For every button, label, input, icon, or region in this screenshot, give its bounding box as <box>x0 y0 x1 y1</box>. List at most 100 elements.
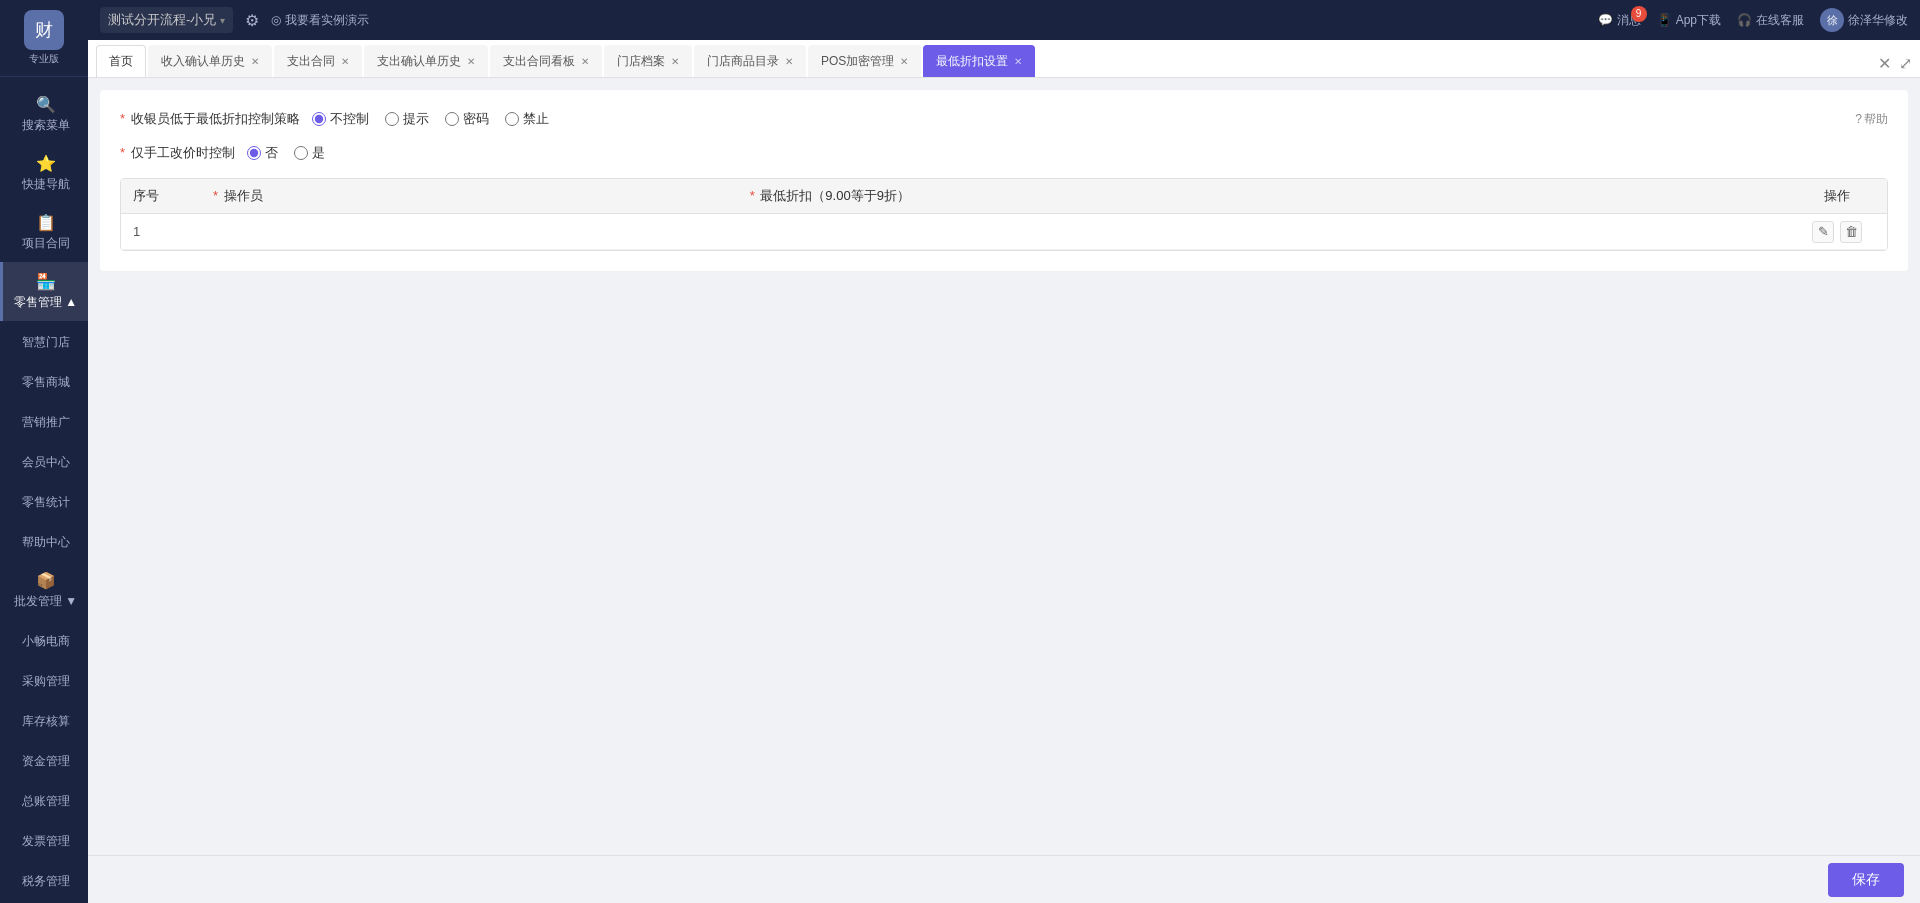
sidebar-item-wholesale[interactable]: 📦批发管理 ▼ <box>0 561 88 620</box>
sidebar-item-retail[interactable]: 🏪零售管理 ▲ <box>0 262 88 321</box>
main-area: 测试分开流程-小兄 ▾ ⚙ ◎ 我要看实例演示 💬 消息 9 📱 App下载 🎧… <box>88 0 1920 903</box>
sidebar-item-ledger[interactable]: 总账管理 <box>0 780 88 820</box>
row-operator[interactable] <box>201 226 738 238</box>
tab-pos-password[interactable]: POS加密管理 ✕ <box>808 45 921 77</box>
help-text: 帮助 <box>1864 111 1888 128</box>
demo-text: 我要看实例演示 <box>285 12 369 29</box>
radio-manual-no-label: 否 <box>265 144 278 162</box>
sidebar-item-finance[interactable]: 资金管理 <box>0 740 88 780</box>
tab-income-history-close[interactable]: ✕ <box>251 56 259 67</box>
radio-manual-yes-input[interactable] <box>294 146 308 160</box>
sidebar-item-smart-store[interactable]: 智慧门店 <box>0 321 88 361</box>
sidebar-icon-wholesale: 📦 <box>36 571 56 590</box>
tab-store-files-close[interactable]: ✕ <box>671 56 679 67</box>
sidebar-item-shortcut[interactable]: ⭐快捷导航 <box>0 144 88 203</box>
tab-payment-contract-label: 支出合同 <box>287 53 335 70</box>
content-area: * 收银员低于最低折扣控制策略 不控制 提示 密码 <box>88 78 1920 855</box>
tab-payment-contract-close[interactable]: ✕ <box>341 56 349 67</box>
col-operator-label: 操作员 <box>224 188 263 203</box>
avatar: 徐 <box>1820 8 1844 32</box>
sidebar-menu: 🔍搜索菜单⭐快捷导航📋项目合同🏪零售管理 ▲智慧门店零售商城营销推广会员中心零售… <box>0 77 88 903</box>
tab-income-history[interactable]: 收入确认单历史 ✕ <box>148 45 272 77</box>
radio-remind[interactable]: 提示 <box>385 110 429 128</box>
sidebar-item-inventory[interactable]: 库存核算 <box>0 700 88 740</box>
online-support-action[interactable]: 🎧 在线客服 <box>1737 12 1804 29</box>
sidebar-label-inventory: 库存核算 <box>22 713 70 730</box>
tab-home-label: 首页 <box>109 53 133 70</box>
save-button[interactable]: 保存 <box>1828 863 1904 897</box>
radio-password[interactable]: 密码 <box>445 110 489 128</box>
sidebar-item-help-center[interactable]: 帮助中心 <box>0 521 88 561</box>
tab-home[interactable]: 首页 <box>96 45 146 77</box>
discount-policy-row: * 收银员低于最低折扣控制策略 不控制 提示 密码 <box>120 110 1888 128</box>
sidebar-item-ecommerce[interactable]: 小畅电商 <box>0 620 88 660</box>
row-seq: 1 <box>121 218 201 245</box>
user-info[interactable]: 徐 徐泽华修改 <box>1820 8 1908 32</box>
message-icon: 💬 <box>1598 13 1613 27</box>
sidebar-item-project[interactable]: 📋项目合同 <box>0 203 88 262</box>
tab-store-catalog-close[interactable]: ✕ <box>785 56 793 67</box>
radio-no-control[interactable]: 不控制 <box>312 110 369 128</box>
sidebar-item-search[interactable]: 🔍搜索菜单 <box>0 85 88 144</box>
radio-remind-label: 提示 <box>403 110 429 128</box>
sidebar-label-invoice: 发票管理 <box>22 833 70 850</box>
demo-link[interactable]: ◎ 我要看实例演示 <box>271 12 369 29</box>
sidebar-label-ledger: 总账管理 <box>22 793 70 810</box>
sidebar-item-purchase[interactable]: 采购管理 <box>0 660 88 700</box>
tab-payment-board[interactable]: 支出合同看板 ✕ <box>490 45 602 77</box>
tab-income-history-label: 收入确认单历史 <box>161 53 245 70</box>
messages-action[interactable]: 💬 消息 9 <box>1598 12 1641 29</box>
row-discount[interactable] <box>738 226 1787 238</box>
sidebar-item-member[interactable]: 会员中心 <box>0 441 88 481</box>
discount-policy-radio-group: 不控制 提示 密码 禁止 <box>312 110 549 128</box>
radio-manual-no[interactable]: 否 <box>247 144 278 162</box>
sidebar-label-tax: 税务管理 <box>22 873 70 890</box>
topbar-settings-icon[interactable]: ⚙ <box>245 11 259 30</box>
tab-store-catalog[interactable]: 门店商品目录 ✕ <box>694 45 806 77</box>
tab-payment-history-close[interactable]: ✕ <box>467 56 475 67</box>
radio-password-input[interactable] <box>445 112 459 126</box>
tab-store-files[interactable]: 门店档案 ✕ <box>604 45 692 77</box>
sidebar-label-help-center: 帮助中心 <box>22 534 70 551</box>
radio-manual-no-input[interactable] <box>247 146 261 160</box>
support-label: 在线客服 <box>1756 12 1804 29</box>
tab-payment-history-label: 支出确认单历史 <box>377 53 461 70</box>
radio-no-control-label: 不控制 <box>330 110 369 128</box>
radio-forbid-input[interactable] <box>505 112 519 126</box>
sidebar-item-retail-stats[interactable]: 零售统计 <box>0 481 88 521</box>
radio-manual-yes[interactable]: 是 <box>294 144 325 162</box>
footer-bar: 保存 <box>88 855 1920 903</box>
tab-min-discount[interactable]: 最低折扣设置 ✕ <box>923 45 1035 77</box>
tab-payment-contract[interactable]: 支出合同 ✕ <box>274 45 362 77</box>
sidebar-label-online-mall: 零售商城 <box>22 374 70 391</box>
sidebar-label-search: 搜索菜单 <box>22 117 70 134</box>
col-seq: 序号 <box>121 179 201 213</box>
col-operator: * 操作员 <box>201 179 738 213</box>
sidebar-item-invoice[interactable]: 发票管理 <box>0 820 88 860</box>
sidebar-item-tax[interactable]: 税务管理 <box>0 860 88 900</box>
discount-table: 序号 * 操作员 * 最低折扣（9.00等于9折） 操作 1 <box>120 178 1888 251</box>
help-link[interactable]: ? 帮助 <box>1855 111 1888 128</box>
tab-min-discount-label: 最低折扣设置 <box>936 53 1008 70</box>
project-selector[interactable]: 测试分开流程-小兄 ▾ <box>100 7 233 33</box>
logo-text: 专业版 <box>29 52 59 66</box>
tab-store-files-label: 门店档案 <box>617 53 665 70</box>
tab-pos-password-close[interactable]: ✕ <box>900 56 908 67</box>
tab-payment-history[interactable]: 支出确认单历史 ✕ <box>364 45 488 77</box>
tab-payment-board-close[interactable]: ✕ <box>581 56 589 67</box>
row-delete-btn[interactable]: 🗑 <box>1840 221 1862 243</box>
table-body: 1 ✎ 🗑 <box>121 214 1887 250</box>
sidebar-logo: 财 专业版 <box>0 0 88 77</box>
tab-close-all-icon[interactable]: ✕ <box>1878 54 1891 73</box>
radio-forbid[interactable]: 禁止 <box>505 110 549 128</box>
radio-no-control-input[interactable] <box>312 112 326 126</box>
sidebar-item-marketing[interactable]: 营销推广 <box>0 401 88 441</box>
radio-remind-input[interactable] <box>385 112 399 126</box>
sidebar-icon-retail: 🏪 <box>36 272 56 291</box>
topbar: 测试分开流程-小兄 ▾ ⚙ ◎ 我要看实例演示 💬 消息 9 📱 App下载 🎧… <box>88 0 1920 40</box>
sidebar-item-online-mall[interactable]: 零售商城 <box>0 361 88 401</box>
tab-min-discount-close[interactable]: ✕ <box>1014 56 1022 67</box>
tab-expand-icon[interactable]: ⤢ <box>1899 54 1912 73</box>
row-edit-btn[interactable]: ✎ <box>1812 221 1834 243</box>
app-download-action[interactable]: 📱 App下载 <box>1657 12 1721 29</box>
